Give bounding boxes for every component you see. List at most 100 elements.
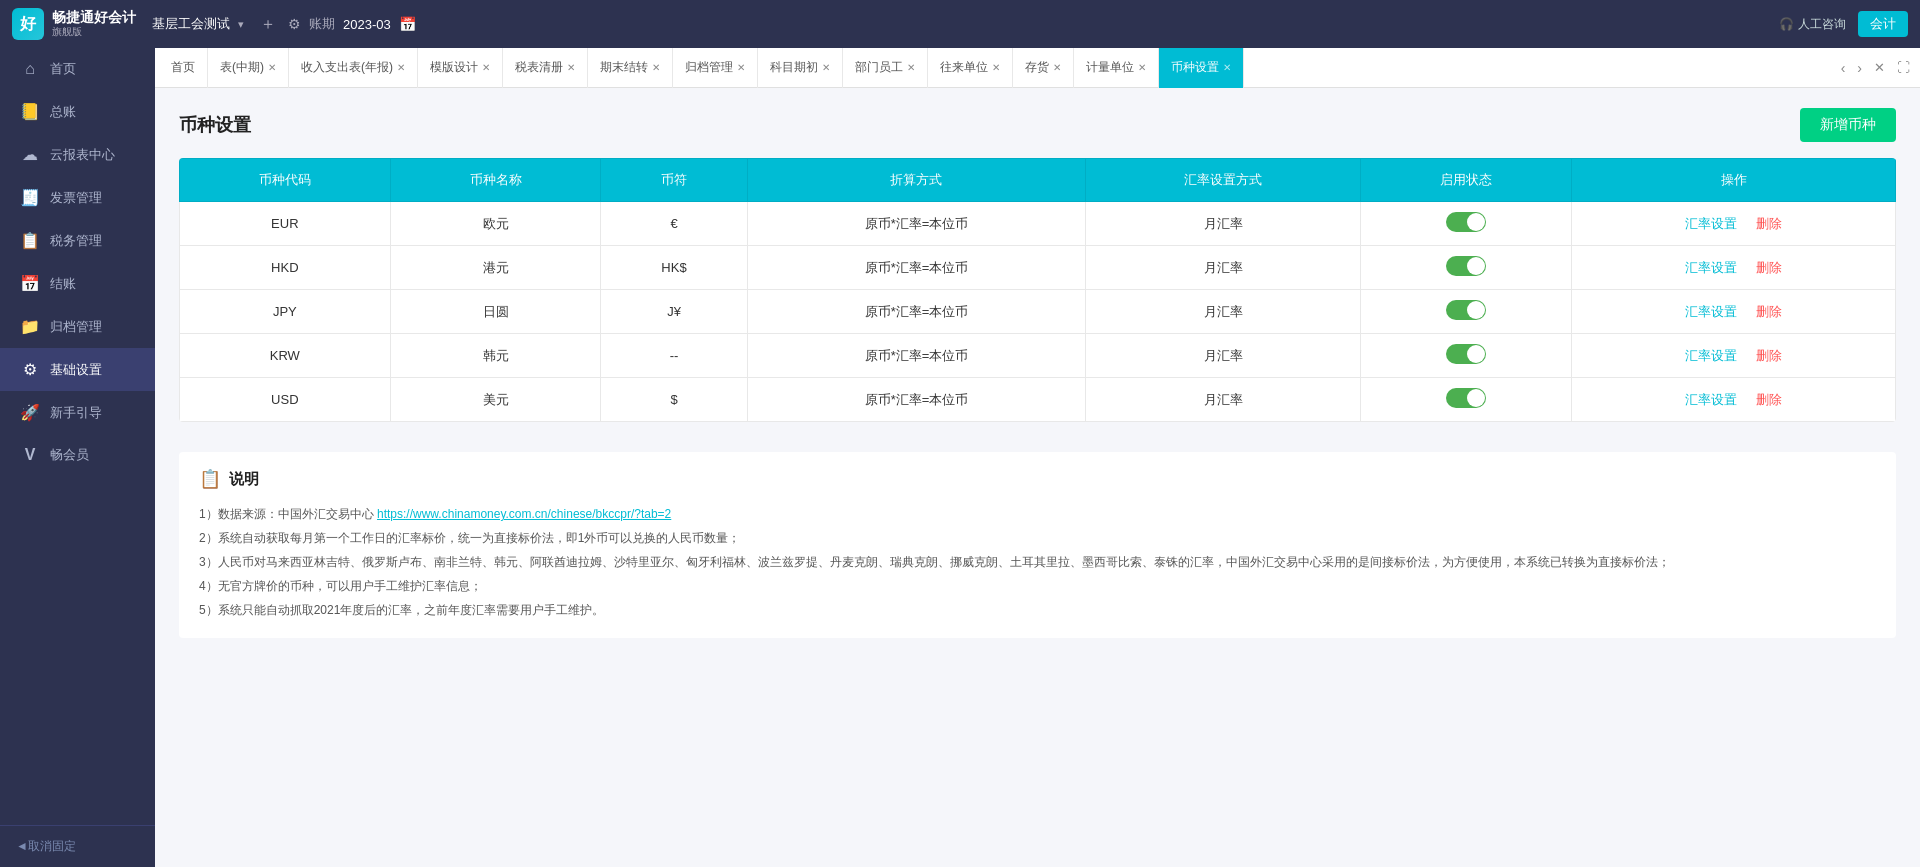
- top-bar-right: 🎧 人工咨询 会计: [1779, 11, 1908, 37]
- rate-setting-link[interactable]: 汇率设置: [1685, 348, 1737, 363]
- note-item: 5）系统只能自动抓取2021年度后的汇率，之前年度汇率需要用户手工维护。: [199, 598, 1876, 622]
- cell-name: 美元: [390, 378, 601, 422]
- tab-subject-init[interactable]: 科目期初 ✕: [758, 48, 843, 88]
- delete-link[interactable]: 删除: [1756, 392, 1782, 407]
- logo-area[interactable]: 好 畅捷通好会计 旗舰版: [12, 8, 136, 40]
- cell-actions: 汇率设置 删除: [1572, 334, 1896, 378]
- table-row: HKD 港元 HK$ 原币*汇率=本位币 月汇率 汇率设置 删除: [180, 246, 1896, 290]
- note-item: 2）系统自动获取每月第一个工作日的汇率标价，统一为直接标价法，即1外币可以兑换的…: [199, 526, 1876, 550]
- tab-close-all-icon[interactable]: ✕: [1868, 60, 1891, 75]
- tab-contacts[interactable]: 往来单位 ✕: [928, 48, 1013, 88]
- tab-inventory[interactable]: 存货 ✕: [1013, 48, 1074, 88]
- cell-code: KRW: [180, 334, 391, 378]
- cell-rate-type: 月汇率: [1086, 290, 1361, 334]
- account-button[interactable]: 会计: [1858, 11, 1908, 37]
- tab-close-icon[interactable]: ✕: [567, 62, 575, 73]
- add-workspace-icon[interactable]: ＋: [260, 14, 276, 35]
- cell-status: [1361, 290, 1572, 334]
- cell-symbol: --: [601, 334, 747, 378]
- workspace-name: 基层工会测试: [152, 15, 230, 33]
- tab-close-icon[interactable]: ✕: [992, 62, 1000, 73]
- tab-annual-report[interactable]: 收入支出表(年报) ✕: [289, 48, 418, 88]
- new-currency-button[interactable]: 新增币种: [1800, 108, 1896, 142]
- col-rate-type: 汇率设置方式: [1086, 159, 1361, 202]
- sidebar-item-invoice[interactable]: 🧾 发票管理: [0, 176, 155, 219]
- sidebar-item-ledger[interactable]: 📒 总账: [0, 90, 155, 133]
- tab-close-icon[interactable]: ✕: [268, 62, 276, 73]
- delete-link[interactable]: 删除: [1756, 348, 1782, 363]
- workspace-dropdown-icon[interactable]: ▾: [238, 18, 244, 31]
- tab-archive-mgmt[interactable]: 归档管理 ✕: [673, 48, 758, 88]
- page-title: 币种设置: [179, 113, 251, 137]
- status-toggle[interactable]: [1446, 300, 1486, 320]
- sidebar-item-reports[interactable]: ☁ 云报表中心: [0, 133, 155, 176]
- tab-period-report[interactable]: 表(中期) ✕: [208, 48, 289, 88]
- tab-department[interactable]: 部门员工 ✕: [843, 48, 928, 88]
- sidebar-item-settings[interactable]: ⚙ 基础设置: [0, 348, 155, 391]
- tab-close-icon[interactable]: ✕: [907, 62, 915, 73]
- toggle-track[interactable]: [1446, 212, 1486, 232]
- calendar-icon[interactable]: 📅: [399, 16, 416, 32]
- cell-calc: 原币*汇率=本位币: [747, 334, 1086, 378]
- delete-link[interactable]: 删除: [1756, 304, 1782, 319]
- tab-nav-controls: ‹ › ✕ ⛶: [1835, 60, 1916, 76]
- col-actions: 操作: [1572, 159, 1896, 202]
- toggle-track[interactable]: [1446, 256, 1486, 276]
- tab-expand-icon[interactable]: ⛶: [1891, 60, 1916, 75]
- content-area: 首页 表(中期) ✕ 收入支出表(年报) ✕ 模版设计 ✕ 税表清册 ✕: [155, 48, 1920, 867]
- app-sub: 旗舰版: [52, 25, 136, 39]
- toggle-track[interactable]: [1446, 344, 1486, 364]
- tab-period-transfer[interactable]: 期末结转 ✕: [588, 48, 673, 88]
- sidebar-item-member[interactable]: V 畅会员: [0, 434, 155, 476]
- sidebar-item-archive[interactable]: 📁 归档管理: [0, 305, 155, 348]
- tab-template[interactable]: 模版设计 ✕: [418, 48, 503, 88]
- sidebar-item-tax[interactable]: 📋 税务管理: [0, 219, 155, 262]
- tab-close-icon[interactable]: ✕: [652, 62, 660, 73]
- sidebar-item-guide[interactable]: 🚀 新手引导: [0, 391, 155, 434]
- rate-setting-link[interactable]: 汇率设置: [1685, 392, 1737, 407]
- tab-close-icon[interactable]: ✕: [737, 62, 745, 73]
- rate-setting-link[interactable]: 汇率设置: [1685, 216, 1737, 231]
- rate-setting-link[interactable]: 汇率设置: [1685, 260, 1737, 275]
- status-toggle[interactable]: [1446, 256, 1486, 276]
- status-toggle[interactable]: [1446, 212, 1486, 232]
- cell-status: [1361, 202, 1572, 246]
- notes-link[interactable]: https://www.chinamoney.com.cn/chinese/bk…: [377, 507, 671, 521]
- tab-close-icon[interactable]: ✕: [397, 62, 405, 73]
- cell-symbol: J¥: [601, 290, 747, 334]
- tab-tax-list[interactable]: 税表清册 ✕: [503, 48, 588, 88]
- delete-link[interactable]: 删除: [1756, 260, 1782, 275]
- main-area: ⌂ 首页 📒 总账 ☁ 云报表中心 🧾 发票管理 📋 税务管理 📅 结账: [0, 48, 1920, 867]
- toggle-track[interactable]: [1446, 388, 1486, 408]
- cell-code: USD: [180, 378, 391, 422]
- tab-next-icon[interactable]: ›: [1851, 60, 1868, 76]
- tab-close-icon[interactable]: ✕: [1223, 62, 1231, 73]
- top-bar: 好 畅捷通好会计 旗舰版 基层工会测试 ▾ ＋ ⚙ 账期 2023-03 📅 🎧…: [0, 0, 1920, 48]
- tab-close-icon[interactable]: ✕: [482, 62, 490, 73]
- status-toggle[interactable]: [1446, 344, 1486, 364]
- delete-link[interactable]: 删除: [1756, 216, 1782, 231]
- sidebar-pin-toggle[interactable]: ◄取消固定: [0, 825, 155, 867]
- tab-close-icon[interactable]: ✕: [822, 62, 830, 73]
- home-icon: ⌂: [20, 60, 40, 78]
- tab-close-icon[interactable]: ✕: [1053, 62, 1061, 73]
- toggle-track[interactable]: [1446, 300, 1486, 320]
- invoice-icon: 🧾: [20, 188, 40, 207]
- tab-currency[interactable]: 币种设置 ✕: [1159, 48, 1244, 88]
- ledger-icon: 📒: [20, 102, 40, 121]
- app-logo-icon: 好: [12, 8, 44, 40]
- sidebar-item-closing[interactable]: 📅 结账: [0, 262, 155, 305]
- tab-prev-icon[interactable]: ‹: [1835, 60, 1852, 76]
- tab-home[interactable]: 首页: [159, 48, 208, 88]
- help-button[interactable]: 🎧 人工咨询: [1779, 16, 1846, 33]
- settings-icon: ⚙: [20, 360, 40, 379]
- table-row: EUR 欧元 € 原币*汇率=本位币 月汇率 汇率设置 删除: [180, 202, 1896, 246]
- sidebar-item-home[interactable]: ⌂ 首页: [0, 48, 155, 90]
- tab-close-icon[interactable]: ✕: [1138, 62, 1146, 73]
- toggle-thumb: [1467, 389, 1485, 407]
- col-symbol: 币符: [601, 159, 747, 202]
- workspace-settings-icon[interactable]: ⚙: [288, 16, 301, 32]
- status-toggle[interactable]: [1446, 388, 1486, 408]
- rate-setting-link[interactable]: 汇率设置: [1685, 304, 1737, 319]
- tab-units[interactable]: 计量单位 ✕: [1074, 48, 1159, 88]
